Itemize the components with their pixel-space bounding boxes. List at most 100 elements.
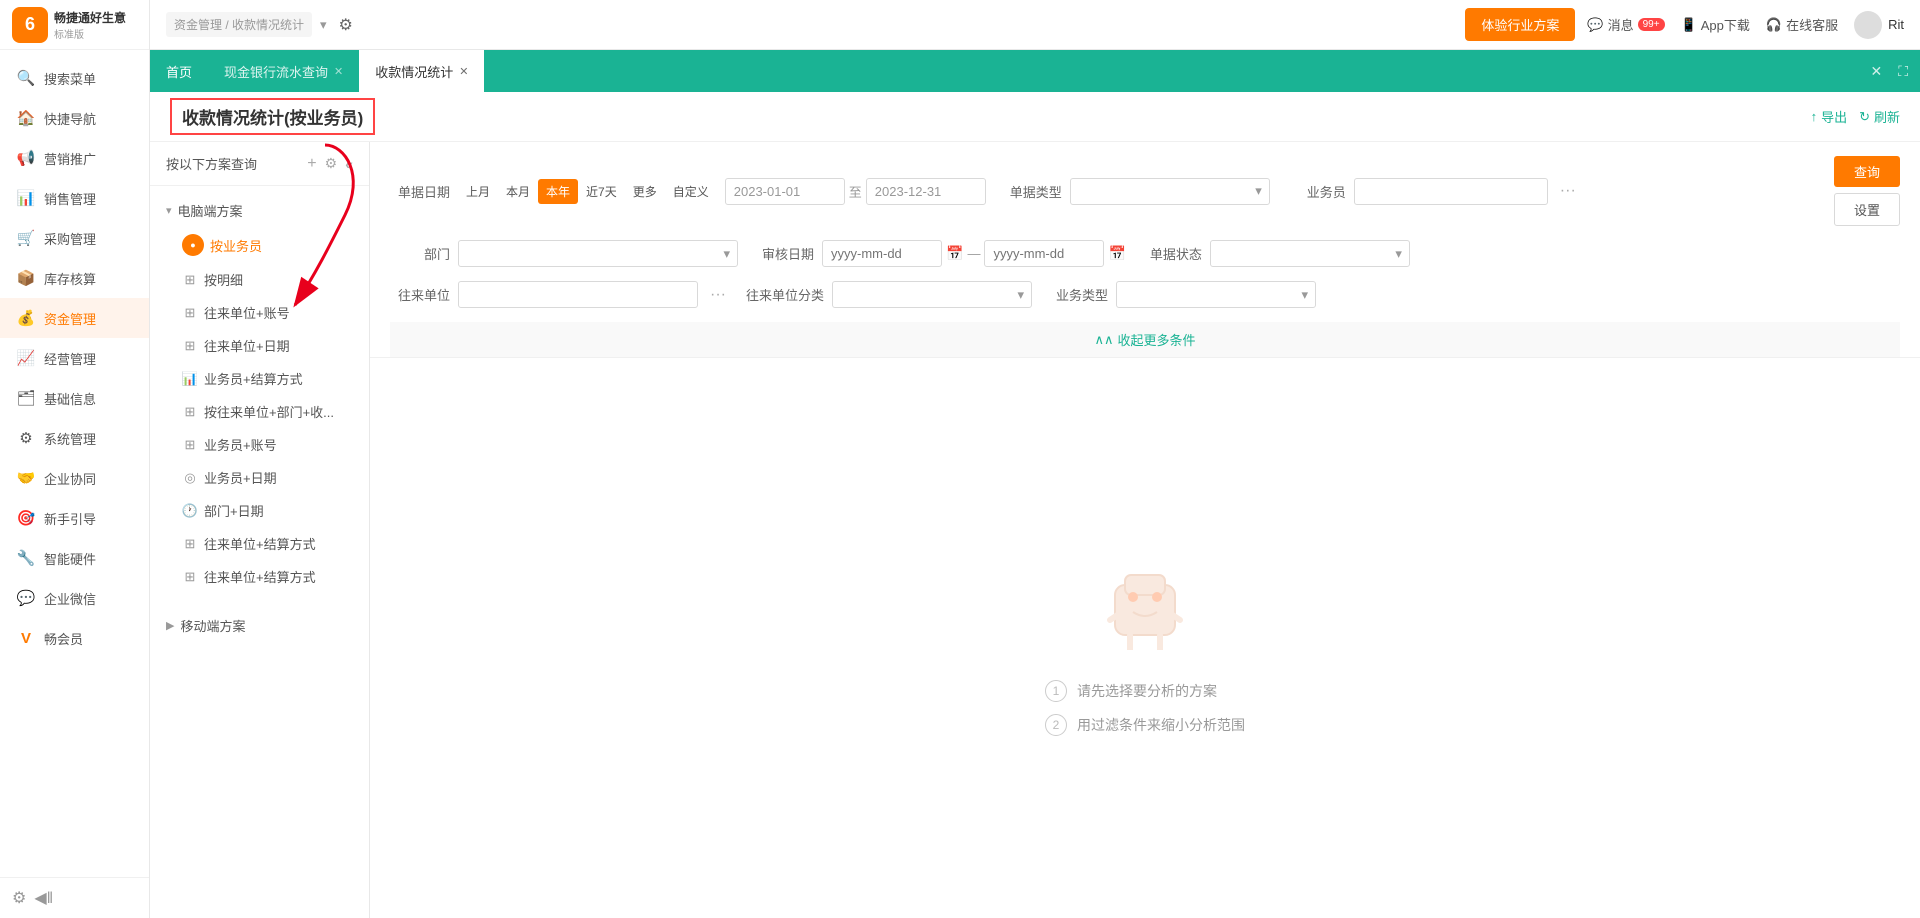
sales-icon: 📊: [16, 188, 36, 208]
settings-button[interactable]: 设置: [1834, 193, 1900, 226]
scheme-dept-date[interactable]: 🕐 部门+日期: [150, 494, 369, 527]
enterprise-icon: 🤝: [16, 468, 36, 488]
date-label: 单据日期: [390, 182, 450, 201]
doc-type-select[interactable]: [1070, 178, 1270, 205]
collapse-bar[interactable]: ∧∧ 收起更多条件: [390, 322, 1900, 357]
scheme-unit-date[interactable]: ⊞ 往来单位+日期: [150, 329, 369, 362]
sidebar-item-member[interactable]: V 畅会员: [0, 618, 149, 658]
business-type-select[interactable]: [1116, 281, 1316, 308]
maximize-window-icon[interactable]: ⛶: [1894, 59, 1912, 84]
counterpart-category-field: 往来单位分类: [746, 281, 1032, 308]
date-to-input[interactable]: [866, 178, 986, 205]
search-actions: 查询 设置: [1834, 156, 1900, 226]
tab-receipt-stats[interactable]: 收款情况统计 ✕: [359, 50, 484, 92]
tab-close-receipt-stats[interactable]: ✕: [459, 65, 468, 78]
quick-dates: 上月 本月 本年 近7天 更多 自定义: [458, 179, 717, 204]
sidebar-item-search-menu[interactable]: 🔍 搜索菜单: [0, 58, 149, 98]
scheme-unit-method1[interactable]: ⊞ 往来单位+结算方式: [150, 527, 369, 560]
scheme-salesman-account[interactable]: ⊞ 业务员+账号: [150, 428, 369, 461]
collapse-sidebar-icon[interactable]: ◀‖: [34, 888, 53, 908]
messages-badge: 99+: [1638, 18, 1665, 31]
sidebar-item-quick-nav[interactable]: 🏠 快捷导航: [0, 98, 149, 138]
desktop-scheme-parent[interactable]: ▾ 电脑端方案: [150, 194, 369, 227]
user-avatar: [1854, 11, 1882, 39]
counterpart-category-select[interactable]: [832, 281, 1032, 308]
date-last-7-days[interactable]: 近7天: [578, 179, 625, 204]
review-date-range: 📅 — 📅: [822, 240, 1126, 267]
detail-icon: ⊞: [182, 272, 198, 288]
sidebar-item-guide[interactable]: 🎯 新手引导: [0, 498, 149, 538]
user-area[interactable]: Rit: [1854, 11, 1904, 39]
date-this-year[interactable]: 本年: [538, 179, 578, 204]
date-this-month[interactable]: 本月: [498, 179, 538, 204]
tab-close-bank-flow[interactable]: ✕: [334, 65, 343, 78]
collapse-panel-icon[interactable]: «: [345, 156, 353, 172]
review-date-from-input[interactable]: [822, 240, 942, 267]
desktop-section: ▾ 电脑端方案 ● 按业务员 ⊞ 按明细 ⊞ 往来单位+账号 ⊞: [150, 186, 369, 601]
sidebar-item-sales[interactable]: 📊 销售管理: [0, 178, 149, 218]
add-scheme-icon[interactable]: +: [307, 155, 316, 173]
settings-bottom-icon[interactable]: ⚙: [12, 888, 26, 908]
scheme-unit-dept[interactable]: ⊞ 按往来单位+部门+收...: [150, 395, 369, 428]
topbar-gear-icon[interactable]: ⚙: [339, 15, 353, 35]
date-custom[interactable]: 自定义: [665, 179, 717, 204]
export-button[interactable]: ↑ 导出: [1811, 107, 1848, 126]
counterpart-more-icon[interactable]: ···: [706, 286, 730, 304]
mobile-scheme-parent[interactable]: ▶ 移动端方案: [150, 609, 369, 642]
scheme-unit-account[interactable]: ⊞ 往来单位+账号: [150, 296, 369, 329]
trial-button[interactable]: 体验行业方案: [1465, 8, 1575, 41]
sidebar-item-wechat[interactable]: 💬 企业微信: [0, 578, 149, 618]
page-actions: ↑ 导出 ↻ 刷新: [1811, 107, 1900, 126]
sidebar-item-inventory[interactable]: 📦 库存核算: [0, 258, 149, 298]
refresh-button[interactable]: ↻ 刷新: [1859, 107, 1900, 126]
date-more[interactable]: 更多: [625, 179, 665, 204]
date-from-input[interactable]: [725, 178, 845, 205]
review-date-from-icon[interactable]: 📅: [946, 245, 963, 262]
review-date-separator: —: [967, 246, 980, 261]
scheme-unit-method2[interactable]: ⊞ 往来单位+结算方式: [150, 560, 369, 593]
online-service-action[interactable]: 🎧 在线客服: [1766, 15, 1838, 34]
scheme-by-detail[interactable]: ⊞ 按明细: [150, 263, 369, 296]
sidebar-item-enterprise[interactable]: 🤝 企业协同: [0, 458, 149, 498]
doc-type-select-wrapper: [1070, 178, 1270, 205]
date-range: 至: [725, 178, 986, 205]
close-window-icon[interactable]: ✕: [1866, 59, 1886, 84]
scheme-salesman-method[interactable]: 📊 业务员+结算方式: [150, 362, 369, 395]
sidebar-item-basic-info[interactable]: 🗂 基础信息: [0, 378, 149, 418]
sidebar-item-hardware[interactable]: 🔧 智能硬件: [0, 538, 149, 578]
empty-illustration: [1085, 540, 1205, 660]
guide-icon: 🎯: [16, 508, 36, 528]
mobile-section: ▶ 移动端方案: [150, 601, 369, 650]
doc-type-field: 单据类型: [1002, 178, 1270, 205]
salesman-input[interactable]: [1354, 178, 1548, 205]
app-download-action[interactable]: 📱 App下载: [1681, 15, 1750, 34]
sidebar-item-marketing[interactable]: 📢 营销推广: [0, 138, 149, 178]
topbar-center: 体验行业方案: [365, 8, 1576, 41]
scheme-salesman-date[interactable]: ◎ 业务员+日期: [150, 461, 369, 494]
tab-bank-flow[interactable]: 现金银行流水查询 ✕: [208, 50, 359, 92]
query-button[interactable]: 查询: [1834, 156, 1900, 187]
tab-home[interactable]: 首页: [150, 50, 208, 92]
counterpart-field: 往来单位 ···: [390, 281, 730, 308]
messages-action[interactable]: 💬 消息 99+: [1587, 15, 1664, 34]
sidebar-item-system[interactable]: ⚙ 系统管理: [0, 418, 149, 458]
settings-scheme-icon[interactable]: ⚙: [325, 155, 338, 172]
scheme-by-salesman[interactable]: ● 按业务员: [150, 227, 369, 263]
sidebar-item-operations[interactable]: 📈 经营管理: [0, 338, 149, 378]
doc-status-select-wrapper: [1210, 240, 1410, 267]
breadcrumb-dropdown-icon[interactable]: ▾: [320, 17, 327, 33]
sidebar-item-finance[interactable]: 💰 资金管理: [0, 298, 149, 338]
review-date-to-icon[interactable]: 📅: [1108, 245, 1125, 262]
salesman-more-icon[interactable]: ···: [1556, 182, 1580, 200]
main-area: 资金管理 / 收款情况统计 ▾ ⚙ 体验行业方案 💬 消息 99+ 📱 App下…: [150, 0, 1920, 918]
sidebar-item-purchase[interactable]: 🛒 采购管理: [0, 218, 149, 258]
unit-method1-icon: ⊞: [182, 536, 198, 552]
desktop-arrow-icon: ▾: [166, 204, 172, 217]
salesman-method-icon: 📊: [182, 371, 198, 387]
doc-status-select[interactable]: [1210, 240, 1410, 267]
date-last-month[interactable]: 上月: [458, 179, 498, 204]
dept-select[interactable]: [458, 240, 738, 267]
counterpart-input[interactable]: [458, 281, 698, 308]
sidebar-bottom: ⚙ ◀‖: [0, 877, 149, 918]
review-date-to-input[interactable]: [984, 240, 1104, 267]
